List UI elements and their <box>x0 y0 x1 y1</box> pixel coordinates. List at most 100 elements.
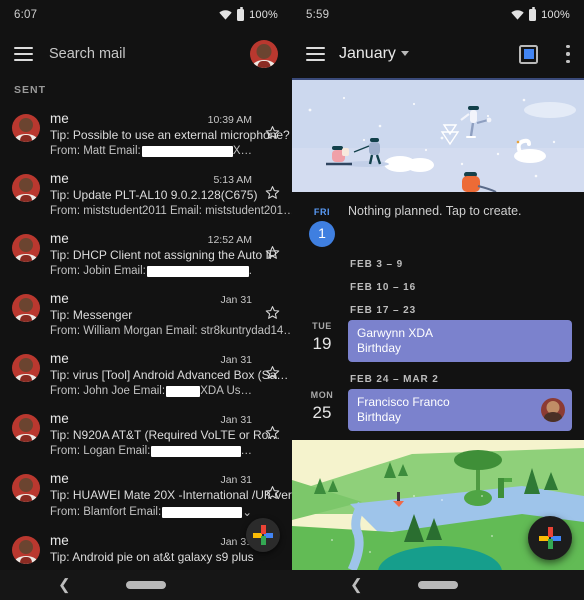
mail-from-tail: . <box>248 265 252 277</box>
mail-sender: me <box>50 291 69 306</box>
mail-content: me Jan 31 Tip: Android pie on at&t galaxy … <box>50 533 254 566</box>
hamburger-menu-icon[interactable] <box>306 47 325 61</box>
mail-content: me Jan 31 Tip: Messenger From: William Morg… <box>50 291 292 337</box>
mail-subject: Tip: N920A AT&T (Required VoLTE or Ro… <box>50 428 281 442</box>
star-icon[interactable] <box>262 231 282 260</box>
calendar-status-bar: 5:59 100% <box>292 0 584 30</box>
mail-sender: me <box>50 111 69 126</box>
agenda-event-content[interactable]: Garwynn XDA Birthday <box>342 316 572 362</box>
event-chip[interactable]: Francisco Franco Birthday <box>348 389 572 431</box>
status-indicators: 100% <box>511 7 570 21</box>
gmail-app-panel: 6:07 100% Search mail SENT me 10:39 AM Tip… <box>0 0 292 600</box>
mail-content: me Jan 31 Tip: N920A AT&T (Required VoLTE … <box>50 411 280 457</box>
battery-percent: 100% <box>541 9 570 21</box>
mail-row[interactable]: me Jan 31 Tip: Messenger From: William Morg… <box>0 284 292 344</box>
home-pill-indicator[interactable] <box>126 581 166 589</box>
wifi-icon <box>511 10 524 20</box>
mail-from-label: From: William Morgan Email: str8kuntryda… <box>50 325 292 337</box>
redacted-email-box <box>146 265 249 277</box>
mail-from-line: From: Matt Email: X… <box>50 145 252 157</box>
battery-icon <box>237 7 245 21</box>
agenda-event-row[interactable]: TUE 19 Garwynn XDA Birthday <box>292 316 584 362</box>
agenda-week-label: FEB 17 – 23 <box>350 305 417 316</box>
agenda-date: MON 25 <box>302 385 342 423</box>
hamburger-menu-icon[interactable] <box>14 47 33 61</box>
battery-icon <box>529 7 537 21</box>
star-icon[interactable] <box>262 411 282 440</box>
redacted-email-box <box>141 145 233 157</box>
back-chevron-icon[interactable]: ❮ <box>58 578 71 593</box>
mail-from-label: From: Blamfort Email: <box>50 506 162 518</box>
google-plus-icon <box>539 527 561 549</box>
event-subtitle: Birthday <box>357 410 402 424</box>
compose-fab[interactable] <box>246 518 280 552</box>
mail-content: me Jan 31 Tip: HUAWEI Mate 20X -Internatio… <box>50 471 292 519</box>
dual-phone-screenshot: 6:07 100% Search mail SENT me 10:39 AM Tip… <box>0 0 584 600</box>
mail-from-label: From: miststudent2011 Email: miststudent… <box>50 205 292 217</box>
mail-header: me Jan 31 <box>50 533 252 548</box>
mail-timestamp: 10:39 AM <box>207 114 252 126</box>
mail-timestamp: Jan 31 <box>220 294 252 306</box>
event-title: Francisco Franco <box>357 395 450 409</box>
overflow-menu-icon[interactable] <box>566 45 570 63</box>
mail-subject: Tip: Update PLT-AL10 9.0.2.128(C675) <box>50 188 258 202</box>
month-selector[interactable]: January <box>339 45 409 63</box>
mail-row[interactable]: me 5:13 AM Tip: Update PLT-AL10 9.0.2.128(… <box>0 164 292 224</box>
star-icon[interactable] <box>262 171 282 200</box>
event-chip[interactable]: Garwynn XDA Birthday <box>348 320 572 362</box>
mail-from-line: From: Logan Email:… <box>50 445 252 457</box>
agenda-event-content[interactable]: Francisco Franco Birthday <box>342 385 572 431</box>
mail-list[interactable]: me 10:39 AM Tip: Possible to use an extern… <box>0 104 292 573</box>
mail-header: me 5:13 AM <box>50 171 252 186</box>
gmail-app-bar: Search mail <box>0 30 292 78</box>
star-icon[interactable] <box>262 471 282 500</box>
mail-from-line: From: William Morgan Email: str8kuntryda… <box>50 325 292 337</box>
mail-from-tail: ⌄ <box>242 507 252 519</box>
home-pill-indicator[interactable] <box>418 581 458 589</box>
gmail-status-bar: 6:07 100% <box>0 0 292 30</box>
mail-row[interactable]: me 10:39 AM Tip: Possible to use an extern… <box>0 104 292 164</box>
mail-content: me 5:13 AM Tip: Update PLT-AL10 9.0.2.128(… <box>50 171 292 217</box>
calendar-navigation-bar: ❮ <box>292 570 584 600</box>
mail-from-label: From: John Joe Email: <box>50 385 166 397</box>
mail-row[interactable]: me Jan 31 Tip: HUAWEI Mate 20X -Internatio… <box>0 464 292 526</box>
sender-avatar <box>12 294 40 322</box>
mail-row[interactable]: me Jan 31 Tip: virus [Tool] Android Advanc… <box>0 344 292 404</box>
create-event-fab[interactable] <box>528 516 572 560</box>
star-icon[interactable] <box>262 111 282 140</box>
agenda-week-label: FEB 3 – 9 <box>350 259 404 270</box>
event-subtitle: Birthday <box>357 341 402 355</box>
agenda-event-row[interactable]: MON 25 Francisco Franco Birthday <box>292 385 584 431</box>
mail-row[interactable]: me 12:52 AM Tip: DHCP Client not assigning… <box>0 224 292 284</box>
back-chevron-icon[interactable]: ❮ <box>350 578 363 593</box>
mail-from-label: From: Jobin Email: <box>50 265 146 277</box>
sender-avatar <box>12 414 40 442</box>
status-clock: 5:59 <box>306 9 330 21</box>
mail-sender: me <box>50 351 69 366</box>
redacted-email-box <box>162 506 243 518</box>
calendar-app-panel: 5:59 100% January FRI 1 Nothing planned.… <box>292 0 584 600</box>
agenda-day-row[interactable]: FRI 1 Nothing planned. Tap to create. <box>292 202 584 247</box>
battery-percent: 100% <box>249 9 278 21</box>
star-icon[interactable] <box>262 291 282 320</box>
agenda-list[interactable]: FRI 1 Nothing planned. Tap to create. FEB 3… <box>292 192 584 431</box>
agenda-day-of-week: MON <box>310 390 334 400</box>
month-label: January <box>339 45 396 62</box>
mail-subject: Tip: Android pie on at&t galaxy s9 plus <box>50 550 254 564</box>
mail-from-label: From: Matt Email: <box>50 145 141 157</box>
mail-timestamp: Jan 31 <box>220 354 252 366</box>
mail-header: me Jan 31 <box>50 411 252 426</box>
today-calendar-icon[interactable] <box>519 44 538 64</box>
mail-sender: me <box>50 411 69 426</box>
mail-row[interactable]: me Jan 31 Tip: N920A AT&T (Required VoLTE … <box>0 404 292 464</box>
mail-subject: Tip: virus [Tool] Android Advanced Box (… <box>50 368 289 382</box>
wifi-icon <box>219 10 232 20</box>
agenda-day-content[interactable]: Nothing planned. Tap to create. <box>342 202 572 220</box>
agenda-day-number: 1 <box>309 221 335 247</box>
search-input[interactable]: Search mail <box>49 46 234 62</box>
account-avatar[interactable] <box>250 40 278 68</box>
mail-from-line: From: Blamfort Email: ⌄ <box>50 505 252 519</box>
agenda-day-of-week: FRI <box>313 207 331 217</box>
star-icon[interactable] <box>262 351 282 380</box>
sender-avatar <box>12 174 40 202</box>
